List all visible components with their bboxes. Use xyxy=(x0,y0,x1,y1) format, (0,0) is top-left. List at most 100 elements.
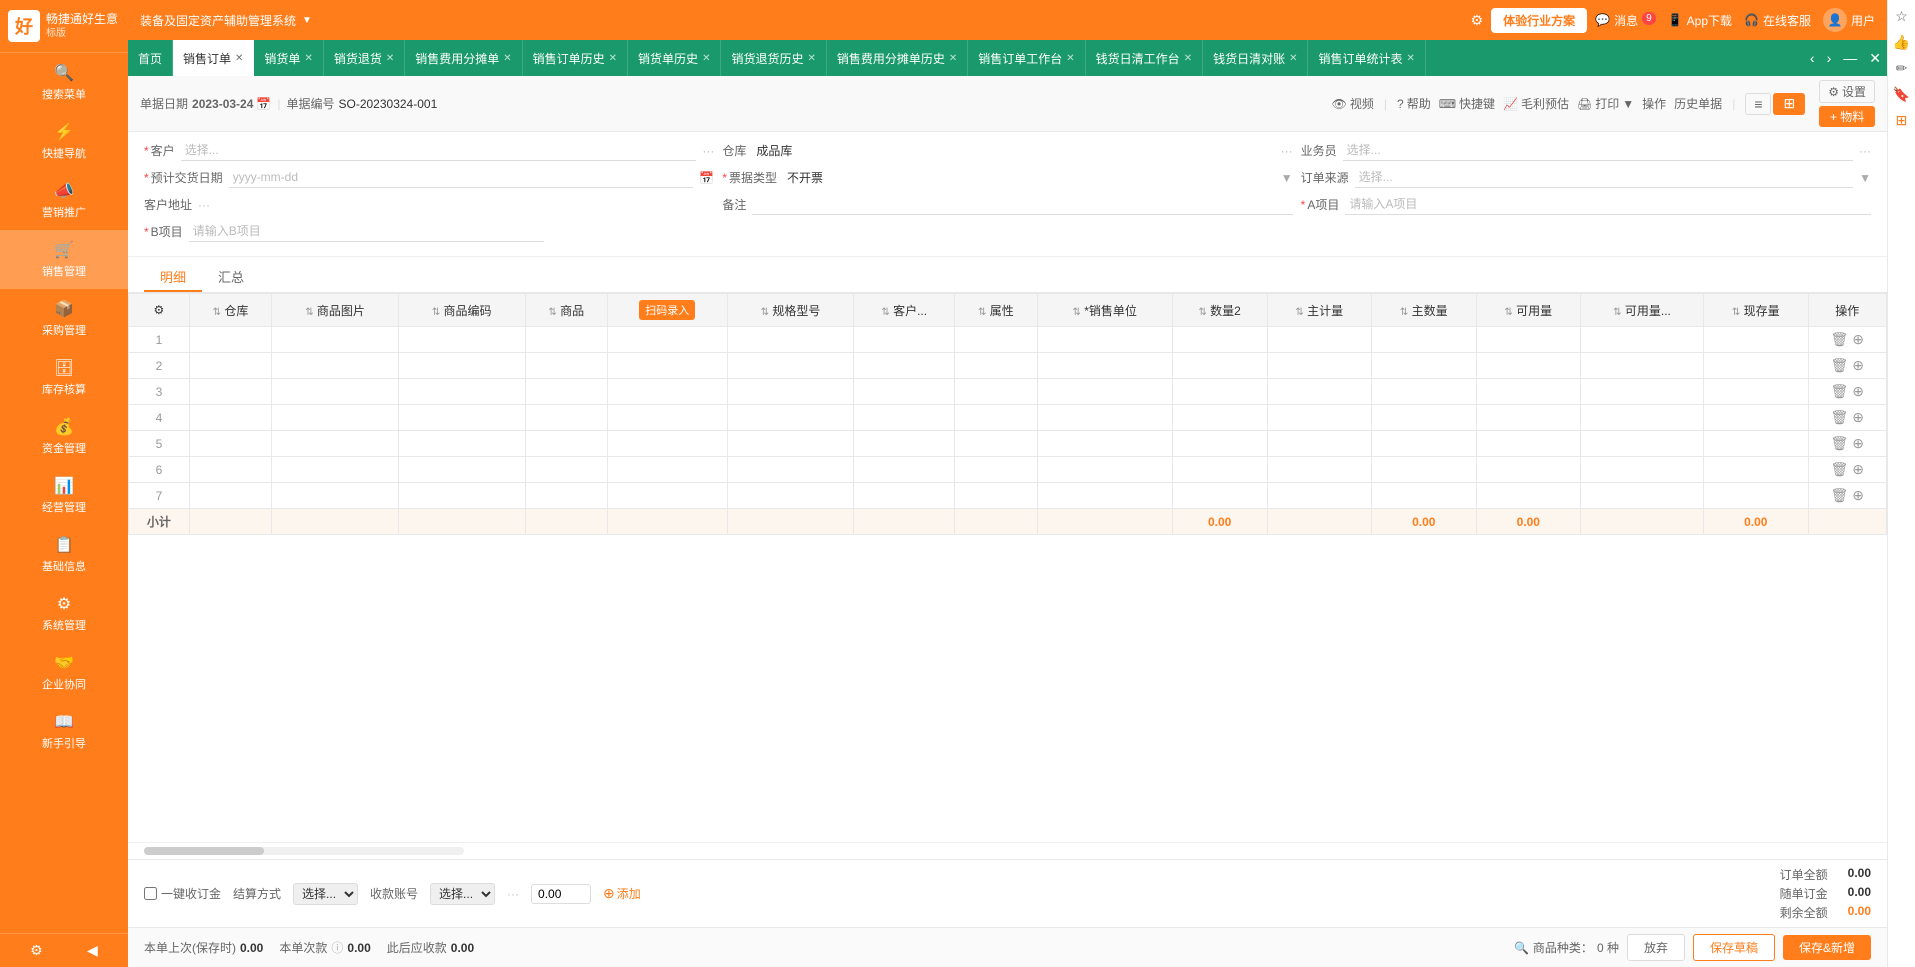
online-service-item[interactable]: 🎧 在线客服 xyxy=(1744,12,1811,29)
horizontal-scrollbar[interactable] xyxy=(144,847,464,855)
sort-icon-2[interactable]: ⇅ xyxy=(305,307,313,318)
print-btn[interactable]: 🖨 打印 ▼ xyxy=(1577,95,1634,112)
grid-view-btn[interactable]: ≡ xyxy=(1745,93,1771,115)
sort-icon-8[interactable]: ⇅ xyxy=(978,307,986,318)
right-tool-star-icon[interactable]: ☆ xyxy=(1890,4,1914,28)
bank-account-dots-icon[interactable]: ··· xyxy=(507,887,519,901)
nav-tab-close-8[interactable]: ✕ xyxy=(949,53,957,64)
nav-tab-2[interactable]: 销货单✕ xyxy=(254,40,323,76)
copy-icon-0[interactable]: ⊕ xyxy=(1852,331,1864,348)
delete-icon-1[interactable]: 🗑 xyxy=(1831,357,1849,374)
invoice-type-arrow-icon[interactable]: ▼ xyxy=(1281,171,1293,185)
nav-tab-close-12[interactable]: ✕ xyxy=(1407,53,1415,64)
copy-icon-4[interactable]: ⊕ xyxy=(1852,435,1864,452)
sort-icon-14[interactable]: ⇅ xyxy=(1613,307,1621,318)
sidebar-item-9[interactable]: ⚙系统管理 xyxy=(0,584,128,643)
sidebar-item-7[interactable]: 📊经营管理 xyxy=(0,466,128,525)
copy-icon-3[interactable]: ⊕ xyxy=(1852,409,1864,426)
right-tool-edit-icon[interactable]: ✏ xyxy=(1890,56,1914,80)
sidebar-item-11[interactable]: 📖新手引导 xyxy=(0,702,128,761)
order-source-arrow-icon[interactable]: ▼ xyxy=(1859,171,1871,185)
copy-icon-2[interactable]: ⊕ xyxy=(1852,383,1864,400)
sidebar-settings-icon[interactable]: ⚙ xyxy=(30,942,43,959)
sort-icon-7[interactable]: ⇅ xyxy=(881,307,889,318)
nav-minimize-btn[interactable]: — xyxy=(1837,40,1863,76)
staff-dots-icon[interactable]: ··· xyxy=(1859,144,1871,158)
table-container[interactable]: ⚙⇅ 仓库⇅ 商品图片⇅ 商品编码⇅ 商品扫码录入⇅ 规格型号⇅ 客户...⇅ … xyxy=(128,293,1887,842)
app-download-item[interactable]: 📱 App下载 xyxy=(1668,12,1732,29)
nav-tab-close-2[interactable]: ✕ xyxy=(304,53,312,64)
nav-tab-close-5[interactable]: ✕ xyxy=(609,53,617,64)
add-material-button[interactable]: + 物料 xyxy=(1819,106,1875,127)
history-btn[interactable]: 历史单据 xyxy=(1674,95,1722,112)
customer-dots-icon[interactable]: ··· xyxy=(702,144,714,158)
nav-tab-close-9[interactable]: ✕ xyxy=(1066,53,1074,64)
nav-tab-10[interactable]: 钱货日清工作台✕ xyxy=(1086,40,1203,76)
nav-tab-close-7[interactable]: ✕ xyxy=(807,53,815,64)
nav-tab-close-10[interactable]: ✕ xyxy=(1184,53,1192,64)
sort-icon-6[interactable]: ⇅ xyxy=(761,307,769,318)
delete-icon-2[interactable]: 🗑 xyxy=(1831,383,1849,400)
copy-icon-1[interactable]: ⊕ xyxy=(1852,357,1864,374)
remark-input[interactable] xyxy=(752,194,1292,215)
payment-method-select[interactable]: 选择... xyxy=(293,883,358,905)
discard-button[interactable]: 放弃 xyxy=(1627,934,1685,961)
settings-button[interactable]: ⚙ 设置 xyxy=(1819,80,1875,103)
nav-tab-12[interactable]: 销售订单统计表✕ xyxy=(1308,40,1425,76)
sidebar-collapse-icon[interactable]: ◀ xyxy=(87,942,98,959)
sidebar-item-3[interactable]: 🛒销售管理 xyxy=(0,230,128,289)
sidebar-item-5[interactable]: 🗄库存核算 xyxy=(0,348,128,407)
sidebar-item-4[interactable]: 📦采购管理 xyxy=(0,289,128,348)
delivery-calendar-icon[interactable]: 📅 xyxy=(699,171,714,185)
delivery-date-input[interactable] xyxy=(229,167,694,188)
solution-button[interactable]: 体验行业方案 xyxy=(1491,8,1587,33)
card-view-btn[interactable]: ⊞ xyxy=(1773,93,1805,115)
nav-tab-7[interactable]: 销货退货历史✕ xyxy=(721,40,826,76)
sub-tab-0[interactable]: 明细 xyxy=(144,263,202,292)
sort-icon-10[interactable]: ⇅ xyxy=(1198,307,1206,318)
sidebar-item-10[interactable]: 🤝企业协同 xyxy=(0,643,128,702)
quick-order-checkbox[interactable] xyxy=(144,887,157,900)
sort-icon-4[interactable]: ⇅ xyxy=(548,307,556,318)
nav-tab-close-1[interactable]: ✕ xyxy=(235,53,243,64)
sort-icon-3[interactable]: ⇅ xyxy=(432,307,440,318)
nav-tab-9[interactable]: 销售订单工作台✕ xyxy=(968,40,1085,76)
save-new-button[interactable]: 保存&新增 xyxy=(1783,935,1871,960)
staff-input[interactable] xyxy=(1343,140,1853,161)
b-project-input[interactable] xyxy=(189,221,544,242)
table-col-5[interactable]: 扫码录入 xyxy=(607,294,727,327)
delete-icon-3[interactable]: 🗑 xyxy=(1831,409,1849,426)
a-project-input[interactable] xyxy=(1345,194,1871,215)
customer-input[interactable] xyxy=(181,140,697,161)
view-btn[interactable]: 👁 视频 xyxy=(1332,95,1374,112)
user-item[interactable]: 👤 用户 xyxy=(1823,8,1875,32)
scan-button[interactable]: 扫码录入 xyxy=(639,300,695,320)
nav-tab-1[interactable]: 销售订单✕ xyxy=(173,40,254,76)
nav-tab-close-4[interactable]: ✕ xyxy=(503,53,511,64)
nav-tab-3[interactable]: 销货退货✕ xyxy=(324,40,405,76)
topbar-gear-icon[interactable]: ⚙ xyxy=(1471,12,1484,29)
sort-icon-13[interactable]: ⇅ xyxy=(1504,307,1512,318)
sidebar-item-8[interactable]: 📋基础信息 xyxy=(0,525,128,584)
sidebar-item-2[interactable]: 📣营销推广 xyxy=(0,171,128,230)
warehouse-dots-icon[interactable]: ··· xyxy=(1281,144,1293,158)
nav-tab-5[interactable]: 销售订单历史✕ xyxy=(523,40,628,76)
bank-account-select[interactable]: 选择... xyxy=(430,883,495,905)
help-btn[interactable]: ? 帮助 xyxy=(1397,95,1431,112)
nav-tab-6[interactable]: 销货单历史✕ xyxy=(628,40,721,76)
nav-tab-close-6[interactable]: ✕ xyxy=(702,53,710,64)
amount-input[interactable] xyxy=(531,884,591,904)
order-source-input[interactable] xyxy=(1355,167,1853,188)
sort-icon-11[interactable]: ⇅ xyxy=(1295,307,1303,318)
delete-icon-4[interactable]: 🗑 xyxy=(1831,435,1849,452)
right-tool-bookmark-icon[interactable]: 🔖 xyxy=(1890,82,1914,106)
sort-icon-9[interactable]: ⇅ xyxy=(1072,307,1080,318)
nav-prev-btn[interactable]: ‹ xyxy=(1804,40,1821,76)
sub-tab-1[interactable]: 汇总 xyxy=(202,263,260,292)
operation-btn[interactable]: 操作 xyxy=(1642,95,1666,112)
sidebar-item-6[interactable]: 💰资金管理 xyxy=(0,407,128,466)
nav-tab-close-11[interactable]: ✕ xyxy=(1289,53,1297,64)
nav-tab-11[interactable]: 钱货日清对账✕ xyxy=(1203,40,1308,76)
nav-next-btn[interactable]: › xyxy=(1821,40,1838,76)
save-draft-button[interactable]: 保存草稿 xyxy=(1693,934,1775,961)
